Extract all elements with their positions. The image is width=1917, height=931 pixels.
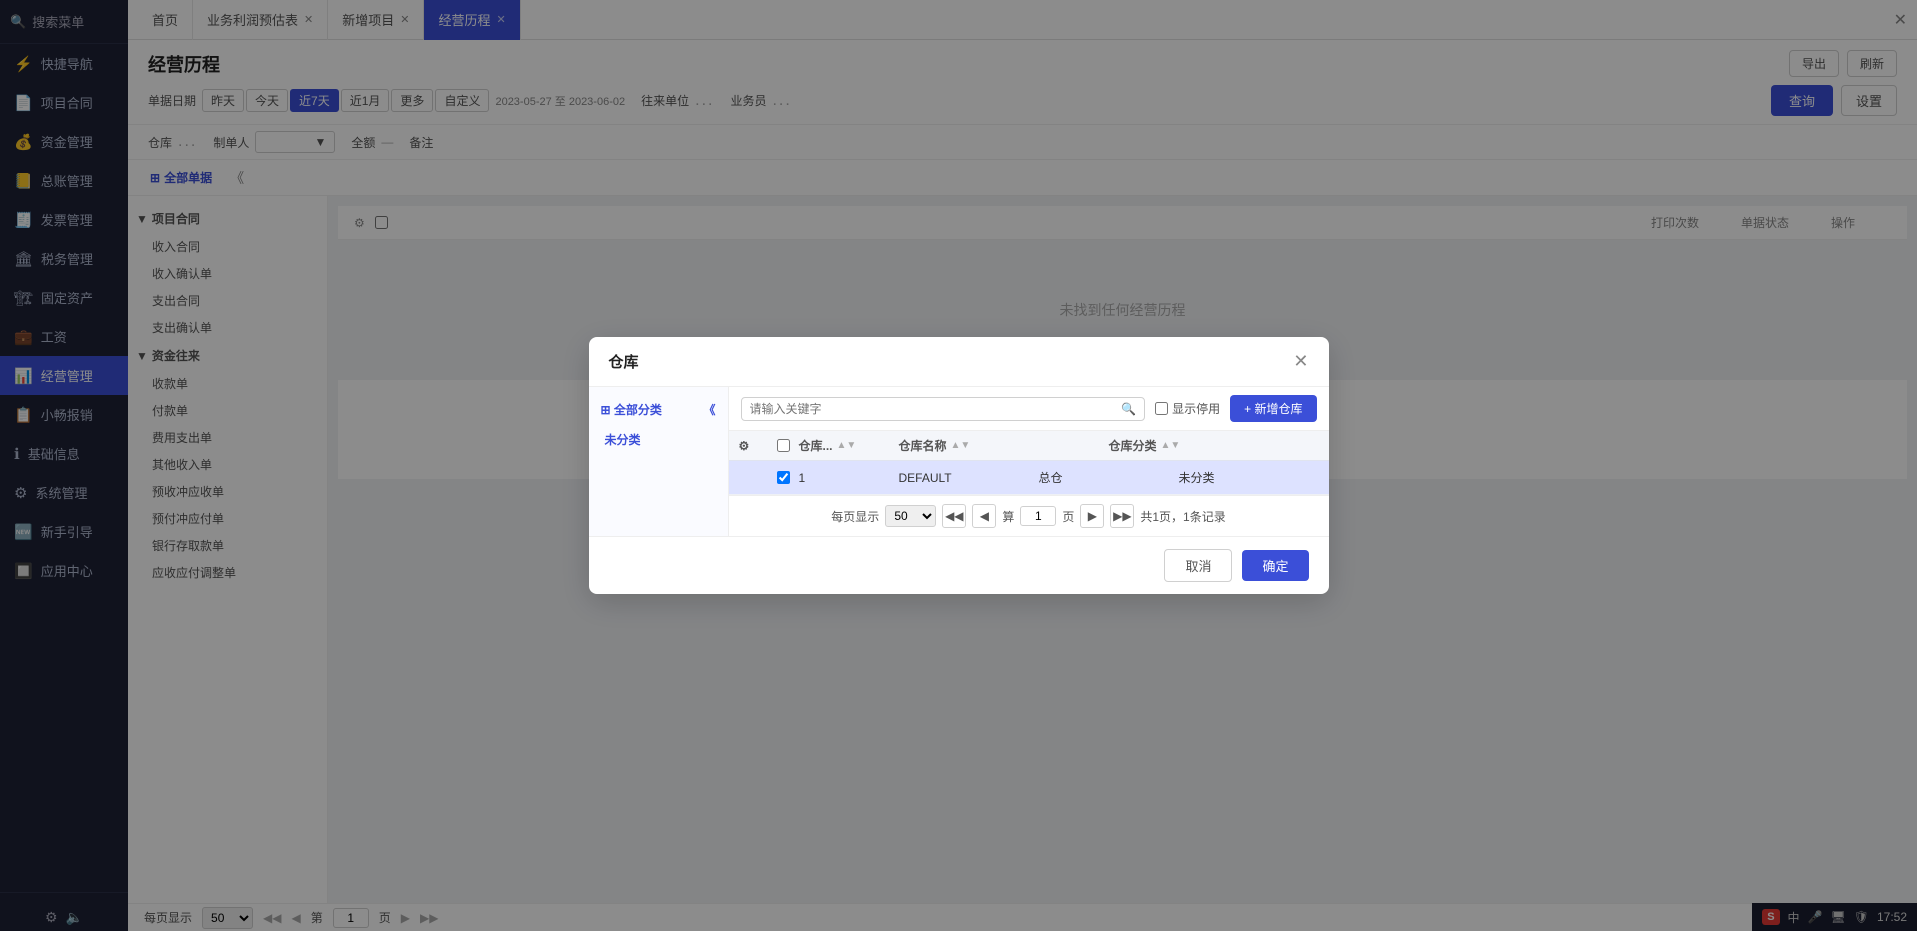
modal-pagination: 每页显示 50 100 ◀◀ ◀ 算 页 ▶ ▶▶ 共1页，1条记录: [729, 495, 1329, 536]
row-id-value: 1: [799, 471, 806, 485]
modal-close-button[interactable]: ✕: [1293, 351, 1308, 372]
modal-page-input[interactable]: [1020, 506, 1056, 526]
row-warehouse-name: 总仓: [1039, 469, 1179, 486]
row-name: DEFAULT: [899, 471, 1039, 485]
modal-page-prev[interactable]: ◀: [972, 504, 996, 528]
col-settings-header[interactable]: ⚙: [739, 439, 769, 453]
modal-goto-label: 算: [1002, 508, 1014, 525]
modal-search-input[interactable]: [750, 402, 1118, 416]
add-warehouse-button[interactable]: + 新增仓库: [1230, 395, 1316, 422]
row-category: 未分类: [1179, 469, 1319, 486]
modal-page-first[interactable]: ◀◀: [942, 504, 966, 528]
modal-page-next[interactable]: ▶: [1080, 504, 1104, 528]
settings-col-icon: ⚙: [739, 439, 750, 453]
row-checkbox[interactable]: [777, 471, 790, 484]
modal-category-unclassified[interactable]: 未分类: [589, 424, 728, 455]
modal-search-box[interactable]: 🔍: [741, 397, 1146, 421]
col-check-header[interactable]: [769, 439, 799, 452]
sort-icon-id[interactable]: ▲▼: [837, 441, 857, 451]
modal-left-collapse-icon[interactable]: 《: [703, 401, 715, 418]
sort-icon-name[interactable]: ▲▼: [951, 441, 971, 451]
modal-per-page-label: 每页显示: [831, 508, 879, 525]
col-id-header: 仓库... ▲▼: [799, 437, 899, 454]
row-code-value: DEFAULT: [899, 471, 952, 485]
show-disabled-group: 显示停用: [1155, 400, 1220, 417]
modal-table-header: ⚙ 仓库... ▲▼ 仓库名称 ▲▼: [729, 431, 1329, 461]
grid-icon: ⊞: [601, 403, 611, 417]
modal-category-label: 未分类: [605, 433, 641, 447]
modal-confirm-button[interactable]: 确定: [1242, 550, 1308, 581]
modal-right-panel: 🔍 显示停用 + 新增仓库 ⚙: [729, 387, 1329, 536]
modal-body: ⊞ 全部分类 《 未分类 🔍: [589, 387, 1329, 536]
col-name-header: 仓库名称 ▲▼: [899, 437, 1109, 454]
row-category-value: 未分类: [1179, 469, 1215, 486]
show-disabled-checkbox[interactable]: [1155, 402, 1168, 415]
modal-select-all[interactable]: [777, 439, 790, 452]
modal-left-panel: ⊞ 全部分类 《 未分类: [589, 387, 729, 536]
col-category-header: 仓库分类 ▲▼: [1109, 437, 1319, 454]
warehouse-modal: 仓库 ✕ ⊞ 全部分类 《 未分类: [589, 337, 1329, 594]
search-icon: 🔍: [1121, 402, 1136, 416]
col-id-label: 仓库...: [799, 437, 833, 454]
modal-header: 仓库 ✕: [589, 337, 1329, 387]
modal-table: ⚙ 仓库... ▲▼ 仓库名称 ▲▼: [729, 431, 1329, 495]
table-row-default[interactable]: 1 DEFAULT 总仓 未分类: [729, 461, 1329, 495]
modal-cancel-button[interactable]: 取消: [1164, 549, 1232, 582]
modal-page-label: 页: [1062, 508, 1074, 525]
modal-left-header: ⊞ 全部分类 《: [589, 395, 728, 424]
show-disabled-label: 显示停用: [1172, 400, 1220, 417]
modal-left-all-label: ⊞ 全部分类: [601, 401, 662, 418]
sort-icon-category[interactable]: ▲▼: [1161, 441, 1181, 451]
row-id: 1: [799, 471, 899, 485]
row-warehouse-name-value: 总仓: [1039, 469, 1063, 486]
modal-overlay[interactable]: 仓库 ✕ ⊞ 全部分类 《 未分类: [0, 0, 1917, 931]
row-check[interactable]: [769, 471, 799, 484]
modal-toolbar: 🔍 显示停用 + 新增仓库: [729, 387, 1329, 431]
modal-title: 仓库: [609, 351, 639, 372]
modal-page-last[interactable]: ▶▶: [1110, 504, 1134, 528]
modal-all-categories-label: 全部分类: [614, 403, 662, 417]
col-category-label: 仓库分类: [1109, 437, 1157, 454]
modal-per-page-select[interactable]: 50 100: [885, 505, 936, 527]
col-name-label: 仓库名称: [899, 437, 947, 454]
modal-total-info: 共1页，1条记录: [1140, 508, 1225, 525]
modal-actions: 取消 确定: [589, 536, 1329, 594]
